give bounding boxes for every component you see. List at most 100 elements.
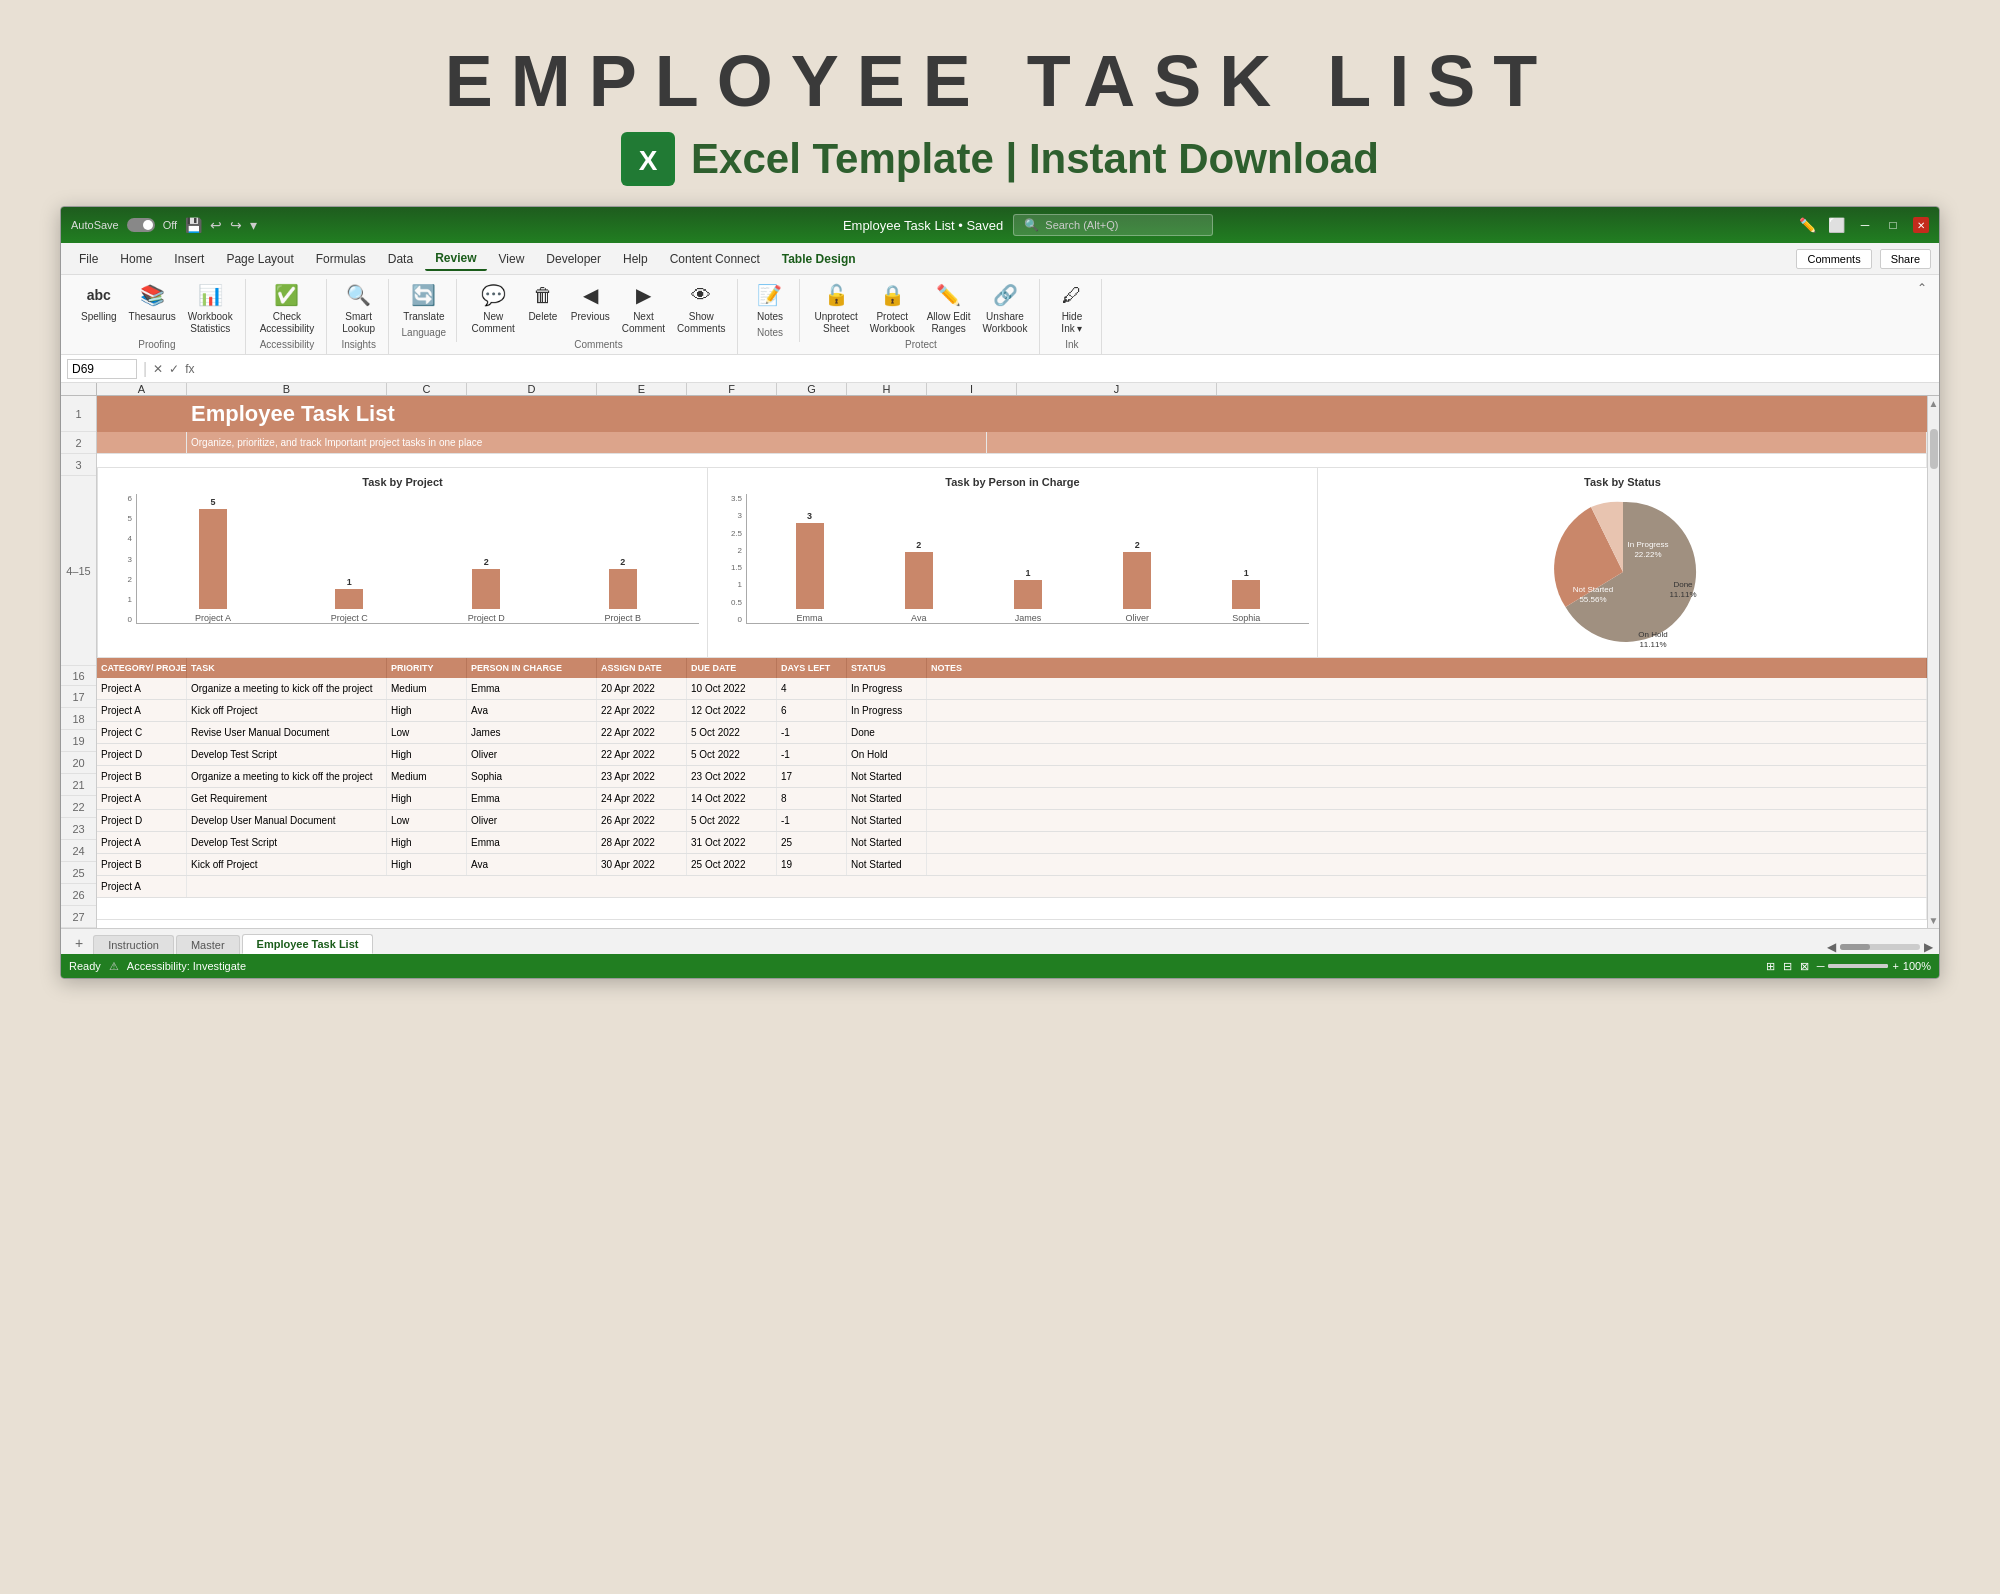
autosave-toggle[interactable] [127,218,155,232]
menu-file[interactable]: File [69,248,108,270]
check-accessibility-button[interactable]: ✅ CheckAccessibility [256,279,318,337]
scroll-up-button[interactable]: ▲ [1929,398,1939,409]
formula-input[interactable] [201,362,1934,376]
zoom-slider[interactable] [1828,964,1888,968]
subtitle-text: Excel Template | Instant Download [691,135,1379,183]
pen-icon[interactable]: ✏️ [1799,217,1816,233]
hide-ink-button[interactable]: 🖊 HideInk ▾ [1052,279,1092,337]
excel-window: AutoSave Off 💾 ↩ ↪ ▾ Employee Task List … [60,206,1940,979]
cancel-formula-icon[interactable]: ✕ [153,362,163,376]
confirm-formula-icon[interactable]: ✓ [169,362,179,376]
menu-developer[interactable]: Developer [536,248,611,270]
page-layout-view-icon[interactable]: ⊟ [1783,960,1792,973]
page-break-view-icon[interactable]: ⊠ [1800,960,1809,973]
translate-button[interactable]: 🔄 Translate [399,279,448,325]
horizontal-scrollbar[interactable] [1840,944,1920,950]
bar-project-a: 5 Project A [195,497,231,623]
share-button[interactable]: Share [1880,249,1931,269]
zoom-out-button[interactable]: ─ [1817,960,1825,972]
insert-function-icon[interactable]: fx [185,362,194,376]
smart-lookup-button[interactable]: 🔍 SmartLookup [338,279,379,337]
undo-icon[interactable]: ↩ [210,217,222,233]
menu-table-design[interactable]: Table Design [772,248,866,270]
scroll-tabs-left[interactable]: ◀ [1827,940,1836,954]
status-right: ⊞ ⊟ ⊠ ─ + 100% [1766,960,1931,973]
previous-comment-button[interactable]: ◀ Previous [567,279,614,325]
menu-help[interactable]: Help [613,248,658,270]
workbook-stats-button[interactable]: 📊 WorkbookStatistics [184,279,237,337]
menu-content-connect[interactable]: Content Connect [660,248,770,270]
tab-employee-task-list[interactable]: Employee Task List [242,934,374,954]
redo-icon[interactable]: ↪ [230,217,242,233]
bar-project-b: 2 Project B [605,557,642,623]
menu-review[interactable]: Review [425,247,486,271]
menu-insert[interactable]: Insert [164,248,214,270]
zoom-in-button[interactable]: + [1892,960,1898,972]
maximize-button[interactable]: □ [1885,217,1901,233]
vertical-scrollbar[interactable]: ▲ ▼ [1927,396,1939,928]
proofing-label: Proofing [77,339,237,350]
delete-comment-label: Delete [528,311,557,323]
col-header-g: G [777,383,847,395]
hscroll-thumb[interactable] [1840,944,1870,950]
close-button[interactable]: ✕ [1913,217,1929,233]
tab-instruction[interactable]: Instruction [93,935,174,954]
tab-master[interactable]: Master [176,935,240,954]
notes-button[interactable]: 📝 Notes [750,279,790,325]
chart-by-project: Task by Project 0 1 2 3 4 5 6 [98,468,708,658]
delete-comment-button[interactable]: 🗑 Delete [523,279,563,325]
chart-person-bars: 3 Emma 2 Ava 1 [746,494,1309,624]
new-comment-button[interactable]: 💬 NewComment [467,279,518,337]
allow-edit-icon: ✏️ [936,281,961,309]
protect-workbook-button[interactable]: 🔒 ProtectWorkbook [866,279,919,337]
title-cell-b[interactable]: Employee Task List [187,396,987,432]
bar-person-sophia: 1 Sophia [1232,568,1260,623]
dropdown-icon[interactable]: ▾ [250,217,257,233]
row-num-19: 19 [61,730,96,752]
file-name: Employee Task List • Saved [843,218,1003,233]
unshare-workbook-button[interactable]: 🔗 UnshareWorkbook [979,279,1032,337]
scroll-tabs-right[interactable]: ▶ [1924,940,1933,954]
add-sheet-button[interactable]: + [67,932,91,954]
ribbon-group-protect: 🔓 UnprotectSheet 🔒 ProtectWorkbook ✏️ Al… [802,279,1040,354]
unprotect-sheet-button[interactable]: 🔓 UnprotectSheet [810,279,861,337]
zoom-level: 100% [1903,960,1931,972]
ribbon-collapse-button[interactable]: ⌃ [1913,279,1931,297]
menu-page-layout[interactable]: Page Layout [216,248,303,270]
search-box[interactable]: 🔍 Search (Alt+Q) [1013,214,1213,236]
menu-formulas[interactable]: Formulas [306,248,376,270]
th-days: DAYS LEFT [777,658,847,678]
translate-icon: 🔄 [411,281,436,309]
svg-text:55.56%: 55.56% [1579,595,1606,604]
scroll-down-button[interactable]: ▼ [1929,915,1939,926]
spelling-button[interactable]: abc Spelling [77,279,121,325]
menu-home[interactable]: Home [110,248,162,270]
thesaurus-button[interactable]: 📚 Thesaurus [125,279,180,325]
svg-text:22.22%: 22.22% [1634,550,1661,559]
show-comments-button[interactable]: 👁 ShowComments [673,279,729,337]
menu-data[interactable]: Data [378,248,423,270]
next-comment-button[interactable]: ▶ NextComment [618,279,669,337]
th-assign: ASSIGN DATE [597,658,687,678]
thesaurus-label: Thesaurus [129,311,176,323]
chart-project-wrapper: 0 1 2 3 4 5 6 5 Project A [106,494,699,624]
normal-view-icon[interactable]: ⊞ [1766,960,1775,973]
row-num-21: 21 [61,774,96,796]
th-notes: NOTES [927,658,1927,678]
cell-reference-input[interactable]: D69 [67,359,137,379]
smart-lookup-icon: 🔍 [346,281,371,309]
scroll-thumb[interactable] [1930,429,1938,469]
th-category: CATEGORY/ PROJECT [97,658,187,678]
menu-view[interactable]: View [489,248,535,270]
restore-icon[interactable]: ⬜ [1828,217,1845,233]
formula-icons: ✕ ✓ fx [153,362,194,376]
search-icon: 🔍 [1024,218,1039,232]
col-header-j: J [1017,383,1217,395]
save-icon[interactable]: 💾 [185,217,202,233]
accessibility-warning-icon: ⚠ [109,960,119,973]
allow-edit-ranges-button[interactable]: ✏️ Allow EditRanges [923,279,975,337]
minimize-button[interactable]: ─ [1857,217,1873,233]
table-row: Project A Get Requirement High Emma 24 A… [97,788,1927,810]
comments-button[interactable]: Comments [1796,249,1871,269]
ribbon-group-proofing: abc Spelling 📚 Thesaurus 📊 WorkbookStati… [69,279,246,354]
